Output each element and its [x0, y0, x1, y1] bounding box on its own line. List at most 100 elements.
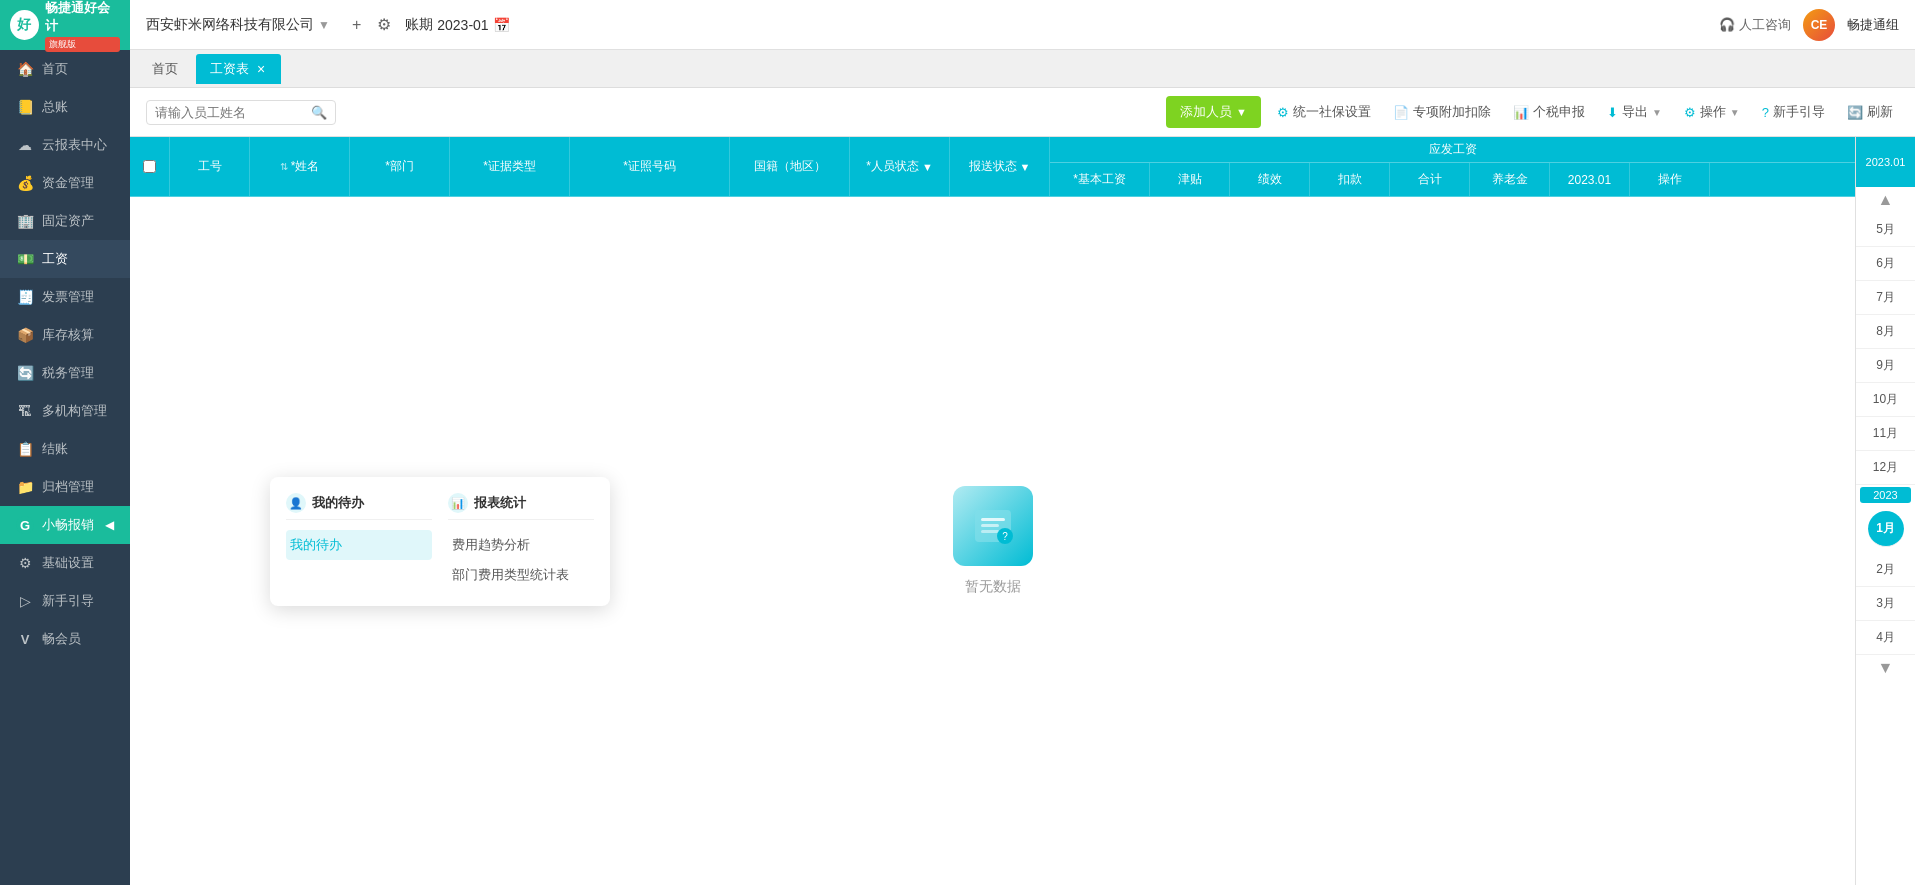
sidebar-item-payroll[interactable]: 💵 工资: [0, 240, 130, 278]
month-item-6[interactable]: 6月: [1856, 247, 1915, 281]
sidebar-item-archive[interactable]: 📁 归档管理: [0, 468, 130, 506]
month-item-7[interactable]: 7月: [1856, 281, 1915, 315]
month-nav-down[interactable]: ▼: [1856, 655, 1915, 681]
sidebar-item-new-guide[interactable]: ▷ 新手引导: [0, 582, 130, 620]
refresh-icon: 🔄: [1847, 105, 1863, 120]
table-header-row1: 工号 ⇅ *姓名 *部门 *证据类型 *证照号码 国籍（地区）: [130, 137, 1855, 197]
month-item-9[interactable]: 9月: [1856, 349, 1915, 383]
month-item-10[interactable]: 10月: [1856, 383, 1915, 417]
th-operations: 操作: [1630, 163, 1710, 196]
company-name-text: 西安虾米网络科技有限公司: [146, 16, 314, 34]
sidebar-label-checkout: 结账: [42, 440, 68, 458]
dept-expense-label: 部门费用类型统计表: [452, 567, 569, 582]
special-deduction-action[interactable]: 📄 专项附加扣除: [1387, 103, 1497, 121]
invoice-icon: 🧾: [16, 289, 34, 305]
report-title-icon: 📊: [448, 493, 468, 513]
export-action[interactable]: ⬇ 导出 ▼: [1601, 103, 1668, 121]
sidebar-item-basic-settings[interactable]: ⚙ 基础设置: [0, 544, 130, 582]
th-basic-salary[interactable]: *基本工资: [1050, 163, 1150, 196]
refresh-label: 刷新: [1867, 103, 1893, 121]
sidebar-label-inventory: 库存核算: [42, 326, 94, 344]
th-total[interactable]: 合计: [1390, 163, 1470, 196]
th-country[interactable]: 国籍（地区）: [730, 137, 850, 196]
th-pension[interactable]: 养老金: [1470, 163, 1550, 196]
th-id-type[interactable]: *证据类型: [450, 137, 570, 196]
sidebar-item-ledger[interactable]: 📒 总账: [0, 88, 130, 126]
sidebar-item-xiaochang[interactable]: G 小畅报销 ◀: [0, 506, 130, 544]
new-guide-action[interactable]: ? 新手引导: [1756, 103, 1831, 121]
th-id-num[interactable]: *证照号码: [570, 137, 730, 196]
sidebar-item-vip[interactable]: V 畅会员: [0, 620, 130, 658]
th-bonus[interactable]: 津贴: [1150, 163, 1230, 196]
customer-service[interactable]: 🎧 人工咨询: [1719, 16, 1791, 34]
floating-menu-item-my-todo[interactable]: 我的待办: [286, 530, 432, 560]
my-todo-label: 我的待办: [290, 537, 342, 552]
active-month-wrapper: 1月: [1856, 509, 1915, 549]
sidebar-item-invoice[interactable]: 🧾 发票管理: [0, 278, 130, 316]
th-number[interactable]: 工号: [170, 137, 250, 196]
search-input[interactable]: [155, 105, 305, 120]
refresh-action[interactable]: 🔄 刷新: [1841, 103, 1899, 121]
company-selector[interactable]: 西安虾米网络科技有限公司 ▼: [146, 16, 330, 34]
th-deduction[interactable]: 绩效: [1230, 163, 1310, 196]
sidebar-item-home[interactable]: 🏠 首页: [0, 50, 130, 88]
tax-report-action[interactable]: 📊 个税申报: [1507, 103, 1591, 121]
sidebar-label-multi-org: 多机构管理: [42, 402, 107, 420]
month-item-4[interactable]: 4月: [1856, 621, 1915, 655]
add-person-arrow-icon: ▼: [1236, 106, 1247, 118]
right-panel: 2023.01 ▲ 5月 6月 7月 8月 9月 10月 11月 12月 202…: [1855, 137, 1915, 885]
th-person-status[interactable]: *人员状态 ▼: [850, 137, 950, 196]
no-data-text: 暂无数据: [965, 578, 1021, 596]
th-deduct[interactable]: 扣款: [1310, 163, 1390, 196]
settings-button[interactable]: ⚙: [373, 11, 395, 38]
sidebar-item-report-center[interactable]: ☁ 云报表中心: [0, 126, 130, 164]
tax-report-icon: 📊: [1513, 105, 1529, 120]
th-salary-group-wrapper: 应发工资 *基本工资 津贴 绩效 扣款: [1050, 137, 1855, 196]
new-guide-label: 新手引导: [1773, 103, 1825, 121]
month-item-3[interactable]: 3月: [1856, 587, 1915, 621]
top-bar: 西安虾米网络科技有限公司 ▼ + ⚙ 账期 2023-01 📅 🎧 人工咨询 C…: [130, 0, 1915, 50]
tab-close-button[interactable]: ×: [255, 62, 267, 76]
th-ops-col: 2023.01: [1550, 163, 1630, 196]
customer-service-text: 人工咨询: [1739, 16, 1791, 34]
headset-icon: 🎧: [1719, 17, 1735, 32]
add-company-button[interactable]: +: [348, 12, 365, 38]
th-dept[interactable]: *部门: [350, 137, 450, 196]
operation-action[interactable]: ⚙ 操作 ▼: [1678, 103, 1746, 121]
add-person-button[interactable]: 添加人员 ▼: [1166, 96, 1261, 128]
toolbar: 🔍 添加人员 ▼ ⚙ 统一社保设置 📄 专项附加扣除 📊 个税申报 ⬇ 导出 ▼…: [130, 88, 1915, 137]
month-item-5[interactable]: 5月: [1856, 213, 1915, 247]
th-name[interactable]: ⇅ *姓名: [250, 137, 350, 196]
tab-home[interactable]: 首页: [138, 54, 192, 84]
sidebar-item-tax[interactable]: 🔄 税务管理: [0, 354, 130, 392]
month-nav-up[interactable]: ▲: [1856, 187, 1915, 213]
accounting-period[interactable]: 账期 2023-01 📅: [405, 16, 509, 34]
sidebar-label-new-guide: 新手引导: [42, 592, 94, 610]
sidebar-item-checkout[interactable]: 📋 结账: [0, 430, 130, 468]
month-item-8[interactable]: 8月: [1856, 315, 1915, 349]
sidebar-item-fixed-assets[interactable]: 🏢 固定资产: [0, 202, 130, 240]
month-item-2[interactable]: 2月: [1856, 553, 1915, 587]
month-item-12[interactable]: 12月: [1856, 451, 1915, 485]
sidebar-item-fund[interactable]: 💰 资金管理: [0, 164, 130, 202]
report-status-filter-icon: ▼: [1020, 161, 1031, 173]
tab-payroll-table[interactable]: 工资表 ×: [196, 54, 281, 84]
fund-icon: 💰: [16, 175, 34, 191]
sidebar-item-multi-org[interactable]: 🏗 多机构管理: [0, 392, 130, 430]
floating-menu-item-dept-expense[interactable]: 部门费用类型统计表: [448, 560, 594, 590]
fixed-assets-icon: 🏢: [16, 213, 34, 229]
select-all-checkbox[interactable]: [143, 160, 156, 173]
period-label: 账期: [405, 16, 433, 34]
sidebar-item-inventory[interactable]: 📦 库存核算: [0, 316, 130, 354]
operation-label: 操作: [1700, 103, 1726, 121]
th-report-status[interactable]: 报送状态 ▼: [950, 137, 1050, 196]
svg-text:?: ?: [1002, 531, 1008, 542]
th-checkbox[interactable]: [130, 137, 170, 196]
sidebar-label-fund: 资金管理: [42, 174, 94, 192]
month-item-11[interactable]: 11月: [1856, 417, 1915, 451]
social-security-action[interactable]: ⚙ 统一社保设置: [1271, 103, 1377, 121]
floating-menu-item-expense-trend[interactable]: 费用趋势分析: [448, 530, 594, 560]
cloud-icon: ☁: [16, 137, 34, 153]
ledger-icon: 📒: [16, 99, 34, 115]
month-item-1-active[interactable]: 1月: [1868, 511, 1904, 547]
